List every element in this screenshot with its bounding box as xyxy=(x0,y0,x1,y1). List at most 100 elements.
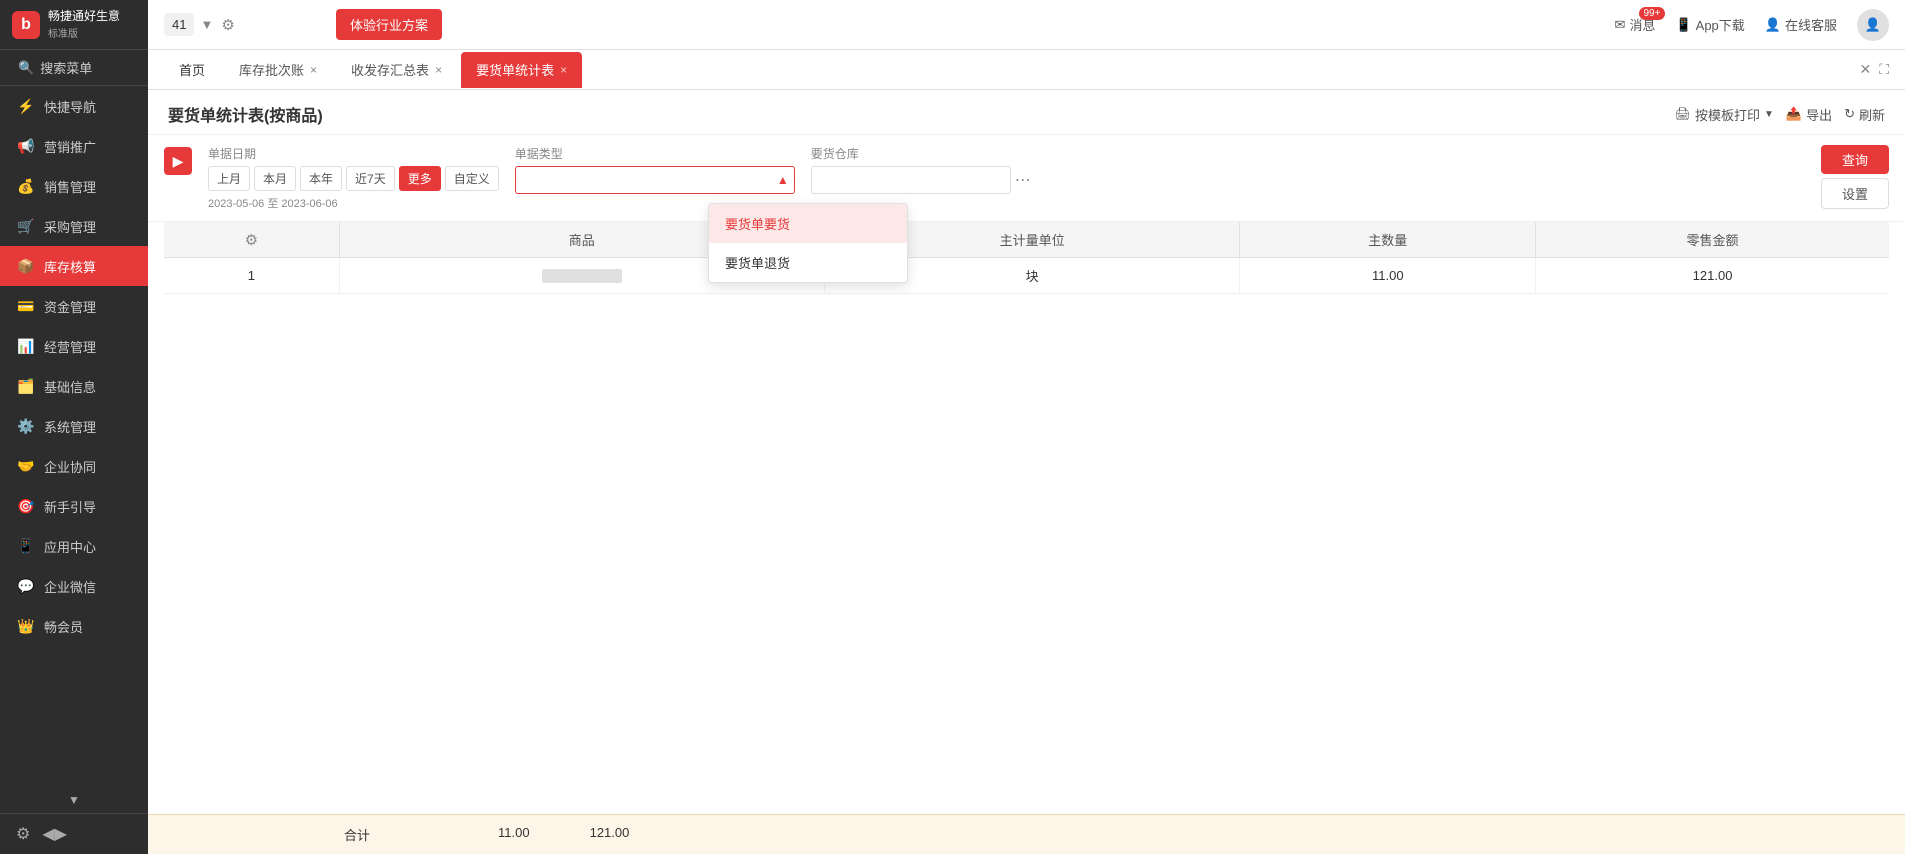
dropdown-item-order-return[interactable]: 要货单退货 xyxy=(709,243,907,282)
base-icon: 🗂️ xyxy=(16,376,36,396)
filter-date-more[interactable]: 更多 xyxy=(399,166,441,191)
sidebar-bottom: ⚙ ◀▶ xyxy=(0,813,148,854)
messages-badge: 99+ xyxy=(1639,7,1666,20)
sidebar-item-label: 企业协同 xyxy=(44,457,96,476)
table-header-gear[interactable]: ⚙ xyxy=(164,222,339,258)
page-content: 要货单统计表(按商品) 🖨 按模板打印 ▼ 📤 导出 ↻ 刷新 xyxy=(148,90,1905,854)
filter-type-chevron-icon[interactable]: ▲ xyxy=(777,173,789,187)
filter-date-buttons: 上月 本月 本年 近7天 更多 自定义 xyxy=(208,166,499,191)
tab-bar: 首页 库存批次账 × 收发存汇总表 × 要货单统计表 × ✕ ⛶ xyxy=(148,50,1905,90)
message-icon: ✉ xyxy=(1615,17,1626,33)
sidebar-search-label: 搜索菜单 xyxy=(40,58,92,77)
query-button[interactable]: 查询 xyxy=(1821,145,1889,174)
header-messages[interactable]: ✉ 消息 99+ xyxy=(1615,15,1656,34)
trial-button[interactable]: 体验行业方案 xyxy=(336,9,442,40)
operation-icon: 📊 xyxy=(16,336,36,356)
phone-icon: 📱 xyxy=(1675,17,1691,33)
sidebar-item-inventory[interactable]: 📦 库存核算 xyxy=(0,246,148,286)
footer-label: 合计 xyxy=(344,825,370,844)
settings-button[interactable]: 设置 xyxy=(1821,178,1889,209)
sidebar-item-quick-nav[interactable]: ⚡ 快捷导航 xyxy=(0,86,148,126)
filter-date-group: 单据日期 上月 本月 本年 近7天 更多 自定义 2023-05-06 至 20… xyxy=(208,145,499,211)
print-template-button[interactable]: 🖨 按模板打印 ▼ xyxy=(1674,105,1773,124)
export-button[interactable]: 📤 导出 xyxy=(1786,105,1832,124)
sidebar-item-wechat[interactable]: 💬 企业微信 xyxy=(0,566,148,606)
sidebar-item-system[interactable]: ⚙️ 系统管理 xyxy=(0,406,148,446)
tab-inventory-batch-close[interactable]: × xyxy=(310,63,317,77)
print-chevron-icon: ▼ xyxy=(1764,109,1774,120)
tab-receive-summary-close[interactable]: × xyxy=(435,63,442,77)
store-dropdown-icon[interactable]: ▼ xyxy=(200,17,213,32)
sidebar-item-app-center[interactable]: 📱 应用中心 xyxy=(0,526,148,566)
filter-warehouse-wrap: ⋯ xyxy=(811,166,1805,194)
user-icon: 👤 xyxy=(1865,17,1881,33)
marketing-icon: 📢 xyxy=(16,136,36,156)
sidebar-item-purchase[interactable]: 🛒 采购管理 xyxy=(0,206,148,246)
footer-amount: 121.00 xyxy=(590,825,630,844)
inventory-icon: 📦 xyxy=(16,256,36,276)
filter-type-group: 单据类型 ▲ xyxy=(515,145,795,194)
filter-date-prev-month[interactable]: 上月 xyxy=(208,166,250,191)
tab-order-stats[interactable]: 要货单统计表 × xyxy=(461,52,582,88)
tab-home-label: 首页 xyxy=(179,60,205,79)
sidebar-item-sales[interactable]: 💰 销售管理 xyxy=(0,166,148,206)
sidebar-item-finance[interactable]: 💳 资金管理 xyxy=(0,286,148,326)
dropdown-item-order-goods[interactable]: 要货单要货 xyxy=(709,204,907,243)
purchase-icon: 🛒 xyxy=(16,216,36,236)
filter-warehouse-group: 要货仓库 ⋯ xyxy=(811,145,1805,194)
sidebar-item-guide[interactable]: 🎯 新手引导 xyxy=(0,486,148,526)
sidebar-item-label: 应用中心 xyxy=(44,537,96,556)
sidebar-item-base[interactable]: 🗂️ 基础信息 xyxy=(0,366,148,406)
filter-date-7days[interactable]: 近7天 xyxy=(346,166,395,191)
tab-receive-summary[interactable]: 收发存汇总表 × xyxy=(336,52,457,88)
sidebar-item-operation[interactable]: 📊 经营管理 xyxy=(0,326,148,366)
guide-icon: 🎯 xyxy=(16,496,36,516)
filter-expand-button[interactable]: ▶ xyxy=(164,147,192,175)
column-settings-icon[interactable]: ⚙ xyxy=(245,232,258,249)
sidebar: b 畅捷通好生意 标准版 🔍 搜索菜单 ⚡ 快捷导航 📢 营销推广 💰 销售管理… xyxy=(0,0,148,854)
refresh-label: 刷新 xyxy=(1859,105,1885,124)
data-table: ⚙ 商品 主计量单位 主数量 零售金额 1 块 11.00 xyxy=(164,222,1889,294)
sidebar-item-cooperation[interactable]: 🤝 企业协同 xyxy=(0,446,148,486)
member-icon: 👑 xyxy=(16,616,36,636)
collapse-icon[interactable]: ◀▶ xyxy=(42,824,67,844)
service-icon: 👤 xyxy=(1765,17,1781,33)
system-icon: ⚙️ xyxy=(16,416,36,436)
sidebar-item-label: 畅会员 xyxy=(44,617,83,636)
filter-type-input[interactable] xyxy=(515,166,795,194)
tab-home[interactable]: 首页 xyxy=(164,52,220,88)
tab-order-stats-close[interactable]: × xyxy=(560,63,567,77)
close-all-icon[interactable]: ✕ xyxy=(1859,61,1871,78)
maximize-icon[interactable]: ⛶ xyxy=(1879,61,1889,78)
sidebar-item-member[interactable]: 👑 畅会员 xyxy=(0,606,148,646)
sidebar-search[interactable]: 🔍 搜索菜单 xyxy=(0,50,148,86)
header-gear[interactable]: ⚙ xyxy=(221,16,234,34)
tab-inventory-batch[interactable]: 库存批次账 × xyxy=(224,52,332,88)
sidebar-item-label: 资金管理 xyxy=(44,297,96,316)
filter-date-this-month[interactable]: 本月 xyxy=(254,166,296,191)
app-download-label: App下载 xyxy=(1696,15,1745,34)
header-user-avatar[interactable]: 👤 xyxy=(1857,9,1889,41)
filter-date-this-year[interactable]: 本年 xyxy=(300,166,342,191)
page-title: 要货单统计表(按商品) xyxy=(168,102,323,126)
table-cell-qty: 11.00 xyxy=(1240,258,1536,294)
filter-type-label: 单据类型 xyxy=(515,145,795,162)
sidebar-scroll-down[interactable]: ▼ xyxy=(0,787,148,813)
header-online-service[interactable]: 👤 在线客服 xyxy=(1765,15,1837,34)
sidebar-item-marketing[interactable]: 📢 营销推广 xyxy=(0,126,148,166)
settings-icon[interactable]: ⚙ xyxy=(16,824,30,844)
footer-qty: 11.00 xyxy=(498,825,530,844)
table-col-qty: 主数量 xyxy=(1240,222,1536,258)
app-name: 畅捷通好生意 xyxy=(48,9,120,25)
table-footer: 合计 11.00 121.00 xyxy=(148,814,1905,854)
filter-warehouse-more-icon[interactable]: ⋯ xyxy=(1015,170,1031,190)
filter-date-custom[interactable]: 自定义 xyxy=(445,166,499,191)
wechat-icon: 💬 xyxy=(16,576,36,596)
refresh-button[interactable]: ↻ 刷新 xyxy=(1844,105,1885,124)
filter-actions: 查询 设置 xyxy=(1821,145,1889,209)
app-center-icon: 📱 xyxy=(16,536,36,556)
table-wrap: ⚙ 商品 主计量单位 主数量 零售金额 1 块 11.00 xyxy=(148,222,1905,814)
sidebar-nav: ⚡ 快捷导航 📢 营销推广 💰 销售管理 🛒 采购管理 📦 库存核算 💳 资金管… xyxy=(0,86,148,787)
filter-warehouse-input[interactable] xyxy=(811,166,1011,194)
header-app-download[interactable]: 📱 App下载 xyxy=(1675,15,1744,34)
